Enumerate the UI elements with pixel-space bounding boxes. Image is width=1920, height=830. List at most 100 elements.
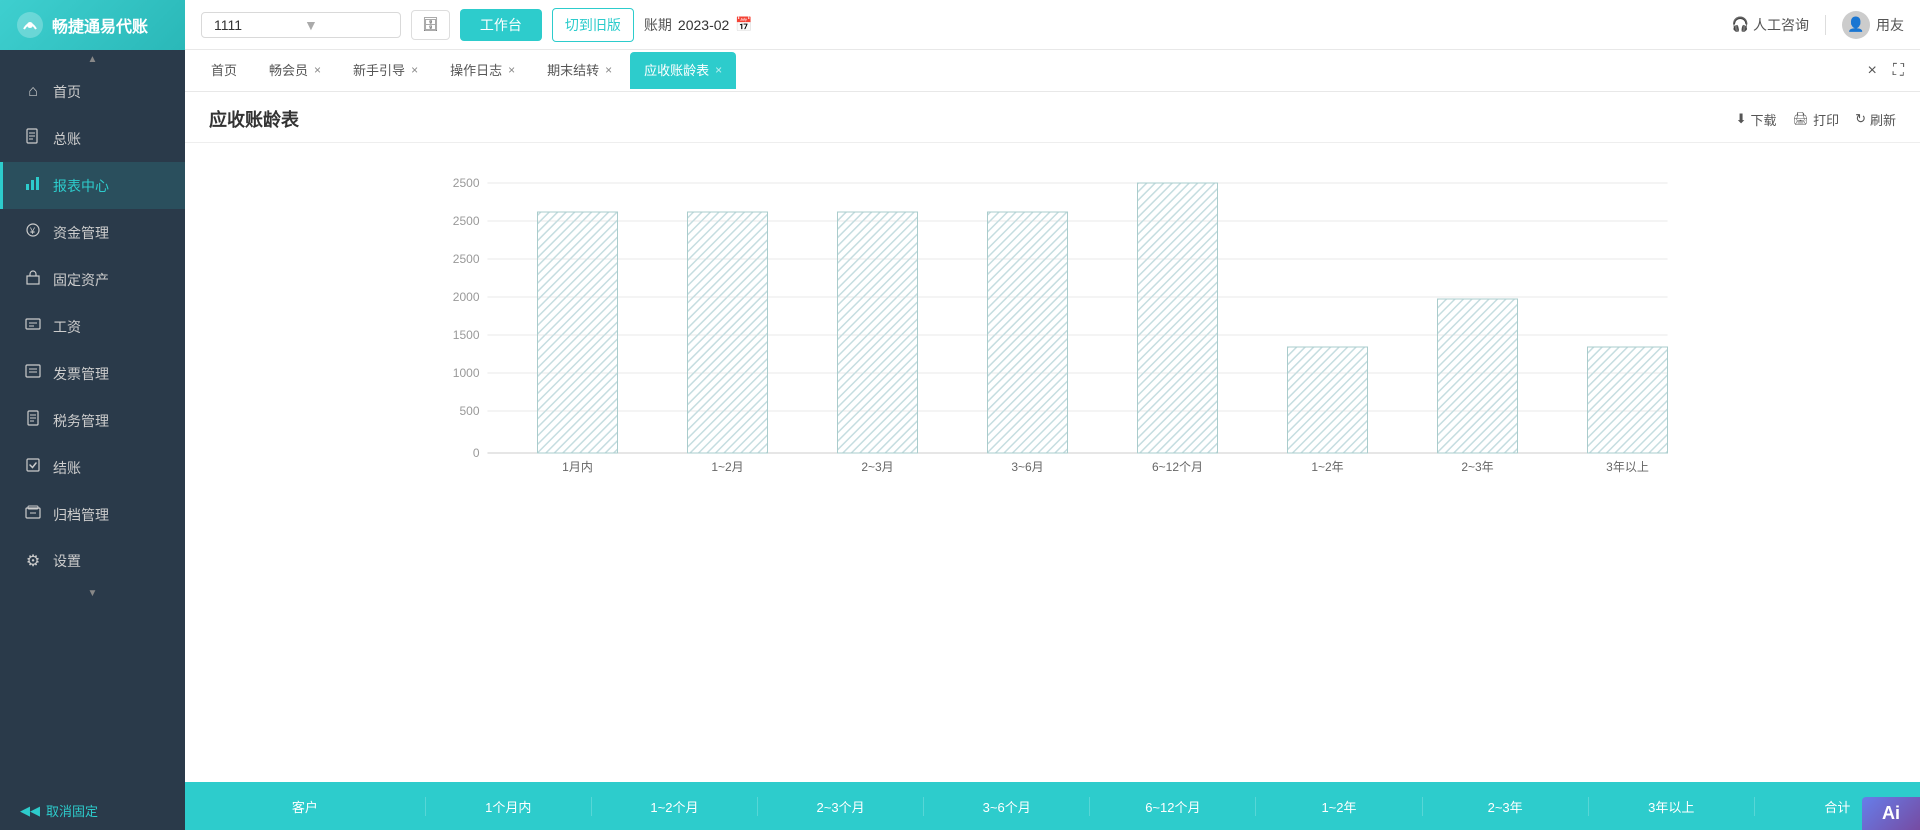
consult-label: 人工咨询 bbox=[1753, 15, 1809, 35]
page-content: 应收账龄表 ⬇ 下载 🖨 打印 ↻ 刷新 bbox=[185, 92, 1920, 830]
svg-text:2500: 2500 bbox=[453, 214, 480, 228]
svg-text:6~12个月: 6~12个月 bbox=[1152, 460, 1203, 474]
sidebar-label-home: 首页 bbox=[53, 82, 81, 102]
refresh-label: 刷新 bbox=[1870, 110, 1896, 129]
header-right: 🎧 人工咨询 👤 用友 bbox=[1732, 11, 1904, 39]
archive-sidebar-icon bbox=[23, 504, 43, 525]
tab-actions: × ⛶ bbox=[1863, 58, 1908, 84]
refresh-button[interactable]: ↻ 刷新 bbox=[1855, 110, 1896, 129]
tab-home[interactable]: 首页 bbox=[197, 52, 251, 89]
svg-text:3~6月: 3~6月 bbox=[1011, 460, 1043, 474]
cancel-fixed-btn[interactable]: ◀◀ 取消固定 bbox=[0, 791, 185, 830]
tab-ar-aging-close[interactable]: × bbox=[715, 63, 722, 77]
bar-2-3月 bbox=[838, 212, 918, 453]
th-3year-plus: 3年以上 bbox=[1589, 797, 1755, 816]
svg-text:3年以上: 3年以上 bbox=[1606, 460, 1649, 474]
sidebar-label-assets: 固定资产 bbox=[53, 270, 109, 290]
logo-icon bbox=[16, 11, 44, 39]
th-1month: 1个月内 bbox=[426, 797, 592, 816]
funds-icon: ¥ bbox=[23, 222, 43, 243]
sidebar-item-ledger[interactable]: 总账 bbox=[0, 115, 185, 162]
close-tab-btn[interactable]: × bbox=[1863, 58, 1880, 84]
archive-button[interactable]: 🗄 bbox=[411, 10, 450, 40]
user-area[interactable]: 👤 用友 bbox=[1842, 11, 1904, 39]
logo: 畅捷通易代账 bbox=[0, 0, 185, 50]
download-button[interactable]: ⬇ 下载 bbox=[1736, 110, 1777, 129]
tab-member-label: 畅会员 bbox=[269, 60, 308, 79]
period-value: 2023-02 bbox=[678, 17, 729, 33]
consult-button[interactable]: 🎧 人工咨询 bbox=[1732, 15, 1809, 35]
switch-old-button[interactable]: 切到旧版 bbox=[552, 8, 634, 42]
th-3-6month: 3~6个月 bbox=[924, 797, 1090, 816]
sidebar-label-archive: 归档管理 bbox=[53, 505, 109, 525]
sidebar-item-assets[interactable]: 固定资产 bbox=[0, 256, 185, 303]
th-2-3month: 2~3个月 bbox=[758, 797, 924, 816]
tab-period-end-close[interactable]: × bbox=[605, 63, 612, 77]
tab-oplog[interactable]: 操作日志 × bbox=[436, 52, 529, 89]
archive-icon: 🗄 bbox=[422, 17, 439, 32]
fullscreen-tab-btn[interactable]: ⛶ bbox=[1889, 58, 1908, 84]
company-name: 1111 bbox=[214, 17, 298, 33]
tab-guide[interactable]: 新手引导 × bbox=[339, 52, 432, 89]
payroll-icon bbox=[23, 316, 43, 337]
sidebar-item-home[interactable]: ⌂ 首页 bbox=[0, 69, 185, 115]
svg-text:1000: 1000 bbox=[453, 366, 480, 380]
sidebar-scroll-down[interactable]: ▼ bbox=[0, 584, 185, 603]
tab-period-end[interactable]: 期末结转 × bbox=[533, 52, 626, 89]
avatar: 👤 bbox=[1842, 11, 1870, 39]
tab-ar-aging[interactable]: 应收账龄表 × bbox=[630, 52, 736, 89]
svg-text:0: 0 bbox=[473, 446, 480, 460]
svg-text:2~3年: 2~3年 bbox=[1461, 460, 1493, 474]
sidebar-item-archive[interactable]: 归档管理 bbox=[0, 491, 185, 538]
sidebar-item-invoice[interactable]: 发票管理 bbox=[0, 350, 185, 397]
print-button[interactable]: 🖨 打印 bbox=[1793, 110, 1840, 129]
period-area: 账期 2023-02 📅 bbox=[644, 15, 753, 35]
bar-3-6月 bbox=[988, 212, 1068, 453]
svg-text:500: 500 bbox=[459, 404, 479, 418]
tab-member[interactable]: 畅会员 × bbox=[255, 52, 335, 89]
svg-text:1月内: 1月内 bbox=[562, 460, 593, 474]
tab-guide-label: 新手引导 bbox=[353, 60, 405, 79]
calendar-icon[interactable]: 📅 bbox=[735, 16, 752, 33]
th-1-2year: 1~2年 bbox=[1256, 797, 1422, 816]
svg-text:¥: ¥ bbox=[29, 226, 36, 236]
ai-label: Ai bbox=[1882, 803, 1900, 824]
page-actions: ⬇ 下载 🖨 打印 ↻ 刷新 bbox=[1736, 110, 1896, 129]
sidebar-item-settings[interactable]: ⚙ 设置 bbox=[0, 538, 185, 584]
sidebar-label-funds: 资金管理 bbox=[53, 223, 109, 243]
settlement-icon bbox=[23, 457, 43, 478]
th-1-2month: 1~2个月 bbox=[592, 797, 758, 816]
assets-icon bbox=[23, 269, 43, 290]
tab-home-label: 首页 bbox=[211, 60, 237, 79]
sidebar-label-tax: 税务管理 bbox=[53, 411, 109, 431]
tab-member-close[interactable]: × bbox=[314, 63, 321, 77]
svg-text:2~3月: 2~3月 bbox=[861, 460, 893, 474]
page-header: 应收账龄表 ⬇ 下载 🖨 打印 ↻ 刷新 bbox=[185, 92, 1920, 143]
sidebar-item-reports[interactable]: 报表中心 bbox=[0, 162, 185, 209]
ai-badge[interactable]: Ai bbox=[1862, 797, 1920, 830]
period-label-text: 账期 bbox=[644, 15, 672, 35]
sidebar-item-settlement[interactable]: 结账 bbox=[0, 444, 185, 491]
tab-oplog-close[interactable]: × bbox=[508, 63, 515, 77]
headset-icon: 🎧 bbox=[1732, 16, 1749, 33]
sidebar-scroll-up[interactable]: ▲ bbox=[0, 50, 185, 69]
download-icon: ⬇ bbox=[1736, 111, 1747, 127]
bar-1-2月 bbox=[688, 212, 768, 453]
settings-icon: ⚙ bbox=[23, 551, 43, 571]
tab-guide-close[interactable]: × bbox=[411, 63, 418, 77]
sidebar-label-reports: 报表中心 bbox=[53, 176, 109, 196]
workbench-button[interactable]: 工作台 bbox=[460, 9, 542, 41]
svg-text:1~2月: 1~2月 bbox=[711, 460, 743, 474]
dropdown-icon: ▼ bbox=[304, 17, 388, 33]
sidebar-item-tax[interactable]: 税务管理 bbox=[0, 397, 185, 444]
home-icon: ⌂ bbox=[23, 83, 43, 101]
sidebar-item-payroll[interactable]: 工资 bbox=[0, 303, 185, 350]
th-2-3year: 2~3年 bbox=[1423, 797, 1589, 816]
company-selector[interactable]: 1111 ▼ bbox=[201, 12, 401, 38]
chart-area: 2500 2500 2500 2000 1500 1000 500 0 bbox=[185, 143, 1920, 782]
sidebar: ▲ ⌂ 首页 总账 报表中心 ¥ 资金管理 固定资产 bbox=[0, 50, 185, 830]
download-label: 下载 bbox=[1751, 110, 1777, 129]
sidebar-item-funds[interactable]: ¥ 资金管理 bbox=[0, 209, 185, 256]
bar-chart: 2500 2500 2500 2000 1500 1000 500 0 bbox=[215, 163, 1890, 503]
tab-period-end-label: 期末结转 bbox=[547, 60, 599, 79]
